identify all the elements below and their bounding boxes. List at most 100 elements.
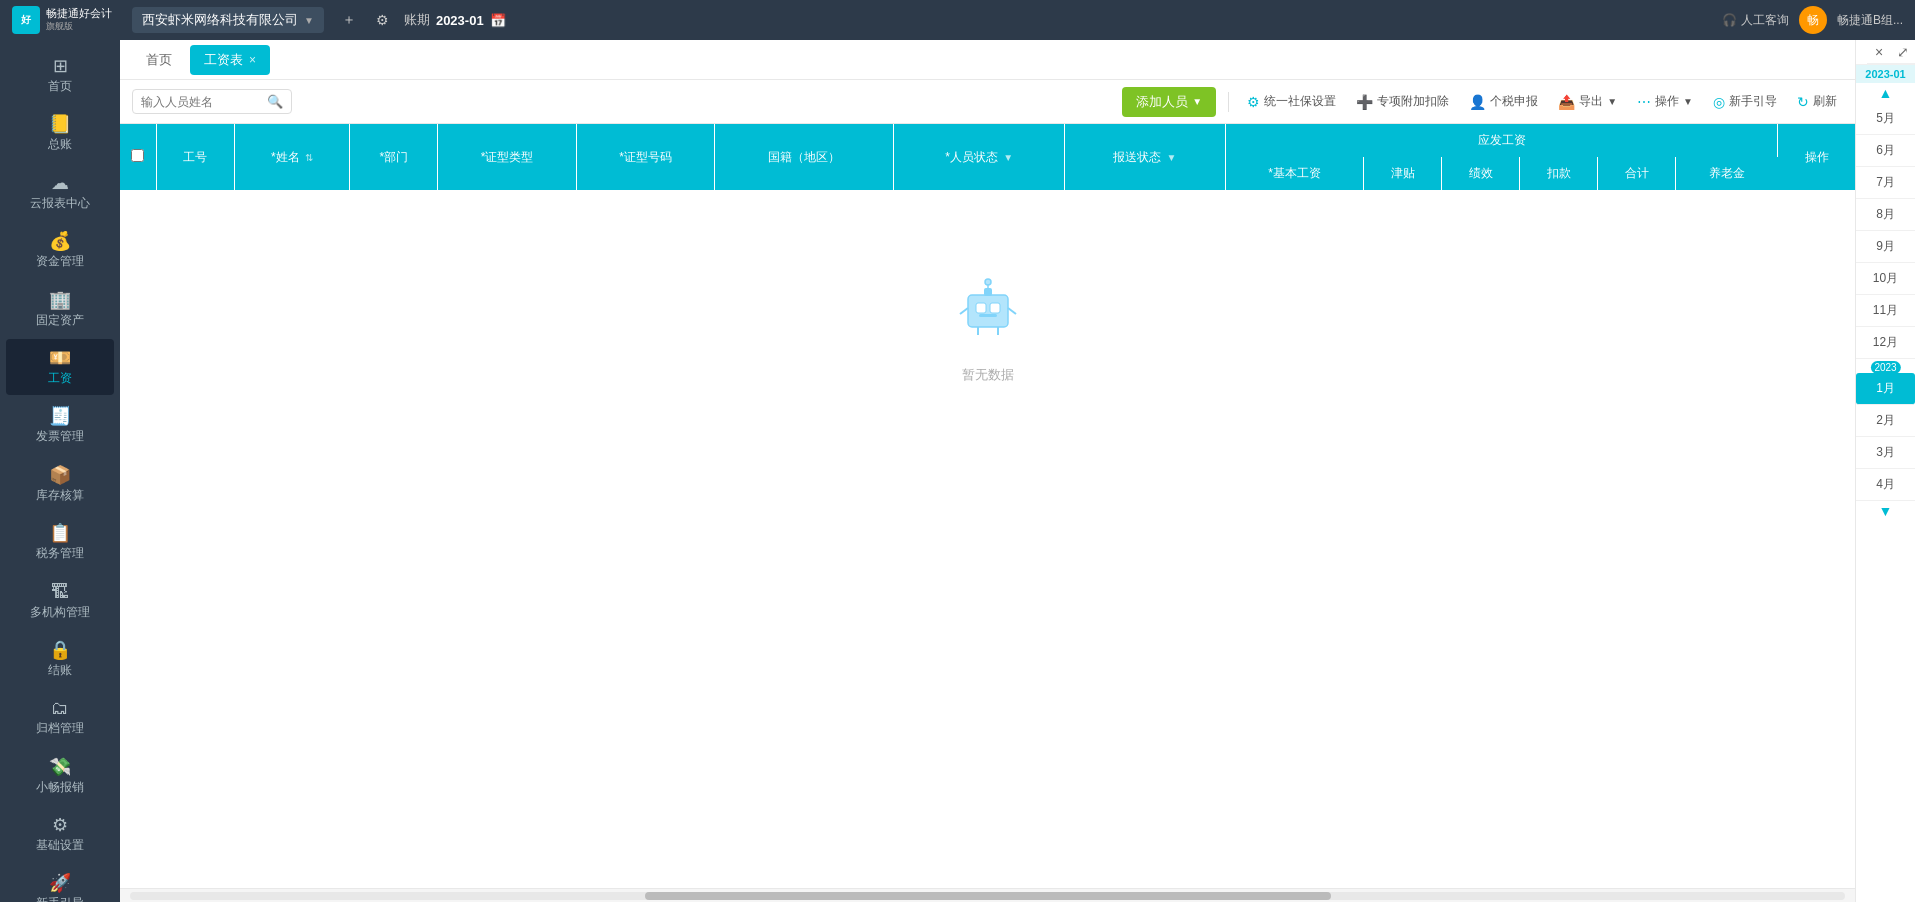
export-label: 导出	[1579, 93, 1603, 110]
table-container: 工号 *姓名 ⇅ *部门 *证型类型 *证型号码	[120, 124, 1855, 888]
tab-bar: 首页 工资表 ×	[120, 40, 1855, 80]
tab-home[interactable]: 首页	[132, 45, 186, 75]
settings-button[interactable]: ⚙	[370, 7, 396, 33]
user-name[interactable]: 畅捷通B组...	[1837, 12, 1903, 29]
home-icon: ⊞	[53, 57, 68, 75]
sidebar-item-tax[interactable]: 📋 税务管理	[6, 514, 114, 570]
name-sort-icon[interactable]: ⇅	[305, 152, 313, 163]
sidebar-item-archive[interactable]: 🗂 归档管理	[6, 689, 114, 745]
th-ops: 操作	[1778, 124, 1855, 190]
sidebar-item-expense[interactable]: 💸 小畅报销	[6, 748, 114, 804]
th-cert-no: *证型号码	[576, 124, 714, 190]
date-month-5[interactable]: 5月	[1856, 103, 1915, 135]
main-layout: ⊞ 首页 📒 总账 ☁ 云报表中心 💰 资金管理 🏢 固定资产 💴 工资 🧾 发…	[0, 40, 1915, 902]
social-settings-button[interactable]: ⚙ 统一社保设置	[1241, 89, 1342, 114]
th-cert-type: *证型类型	[438, 124, 576, 190]
date-month-8[interactable]: 8月	[1856, 199, 1915, 231]
fixed-asset-icon: 🏢	[49, 291, 71, 309]
new-guide-button[interactable]: ◎ 新手引导	[1707, 89, 1783, 114]
date-panel-year-label: 2023-01	[1856, 65, 1915, 83]
sidebar-item-multi-org[interactable]: 🏗 多机构管理	[6, 573, 114, 629]
th-name: *姓名 ⇅	[234, 124, 350, 190]
search-box[interactable]: 🔍	[132, 89, 292, 114]
date-month-11[interactable]: 11月	[1856, 295, 1915, 327]
toolbar: 🔍 添加人员 ▼ ⚙ 统一社保设置 ➕ 专项附加扣除 👤 个税申报 📤	[120, 80, 1855, 124]
new-guide-icon: ◎	[1713, 94, 1725, 110]
refresh-button[interactable]: ↻ 刷新	[1791, 89, 1843, 114]
export-button[interactable]: 📤 导出 ▼	[1552, 89, 1623, 114]
date-month-6[interactable]: 6月	[1856, 135, 1915, 167]
person-status-filter-icon[interactable]: ▼	[1003, 152, 1013, 163]
date-month-12[interactable]: 12月	[1856, 327, 1915, 359]
add-person-button[interactable]: 添加人员 ▼	[1122, 87, 1216, 117]
th-checkbox[interactable]	[120, 124, 156, 190]
sidebar-item-close[interactable]: 🔒 结账	[6, 631, 114, 687]
sidebar-item-ledger[interactable]: 📒 总账	[6, 105, 114, 161]
date-month-4[interactable]: 4月	[1856, 469, 1915, 501]
search-input[interactable]	[141, 95, 261, 109]
avatar[interactable]: 畅	[1799, 6, 1827, 34]
h-scrollbar-track[interactable]	[130, 892, 1845, 900]
sidebar-item-invoice[interactable]: 🧾 发票管理	[6, 397, 114, 453]
refresh-label: 刷新	[1813, 93, 1837, 110]
logo-icon: 好	[12, 6, 40, 34]
add-company-button[interactable]: ＋	[336, 7, 362, 33]
date-month-2[interactable]: 2月	[1856, 405, 1915, 437]
tab-salary[interactable]: 工资表 ×	[190, 45, 270, 75]
sidebar-item-guide[interactable]: 🚀 新手引导	[6, 864, 114, 902]
operations-icon: ⋯	[1637, 94, 1651, 110]
operations-button[interactable]: ⋯ 操作 ▼	[1631, 89, 1699, 114]
table-header-row-1: 工号 *姓名 ⇅ *部门 *证型类型 *证型号码	[120, 124, 1855, 157]
panel-expand-button[interactable]: ⤢	[1891, 40, 1915, 64]
special-deduction-button[interactable]: ➕ 专项附加扣除	[1350, 89, 1455, 114]
date-month-9[interactable]: 9月	[1856, 231, 1915, 263]
search-icon: 🔍	[267, 94, 283, 109]
expense-icon: 💸	[49, 758, 71, 776]
sidebar-item-fixed-asset[interactable]: 🏢 固定资产	[6, 281, 114, 337]
sidebar-item-salary[interactable]: 💴 工资	[6, 339, 114, 395]
period-area: 账期 2023-01 📅	[404, 11, 506, 29]
sidebar-label-ledger: 总账	[48, 137, 72, 151]
company-dropdown-icon: ▼	[304, 15, 314, 26]
th-work-no: 工号	[156, 124, 234, 190]
header-actions: ＋ ⚙	[336, 7, 396, 33]
date-month-7[interactable]: 7月	[1856, 167, 1915, 199]
personal-tax-button[interactable]: 👤 个税申报	[1463, 89, 1544, 114]
sidebar-label-home: 首页	[48, 79, 72, 93]
date-month-1[interactable]: 1月	[1856, 373, 1915, 405]
tab-close-icon[interactable]: ×	[249, 53, 256, 67]
social-settings-label: 统一社保设置	[1264, 93, 1336, 110]
sidebar-label-fixed-asset: 固定资产	[36, 313, 84, 327]
panel-close-button[interactable]: ×	[1867, 40, 1891, 64]
special-deduction-icon: ➕	[1356, 94, 1373, 110]
sidebar-item-home[interactable]: ⊞ 首页	[6, 47, 114, 103]
date-month-10[interactable]: 10月	[1856, 263, 1915, 295]
select-all-checkbox[interactable]	[131, 149, 144, 162]
new-guide-label: 新手引导	[1729, 93, 1777, 110]
date-panel: × ⤢ 2023-01 ▲ 5月 6月 7月 8月 9月 10月 11月 12月…	[1855, 40, 1915, 902]
export-icon: 📤	[1558, 94, 1575, 110]
period-value[interactable]: 2023-01	[436, 13, 484, 28]
sidebar-item-cloud-report[interactable]: ☁ 云报表中心	[6, 164, 114, 220]
guide-icon: 🚀	[49, 874, 71, 892]
sidebar-item-fund[interactable]: 💰 资金管理	[6, 222, 114, 278]
fund-icon: 💰	[49, 232, 71, 250]
archive-icon: 🗂	[51, 699, 69, 717]
date-nav-down[interactable]: ▼	[1856, 501, 1915, 521]
sidebar-item-settings[interactable]: ⚙ 基础设置	[6, 806, 114, 862]
empty-state: 暂无数据	[120, 190, 1855, 464]
calendar-icon[interactable]: 📅	[490, 13, 506, 28]
export-arrow-icon: ▼	[1607, 96, 1617, 107]
date-month-3[interactable]: 3月	[1856, 437, 1915, 469]
date-nav-up[interactable]: ▲	[1856, 83, 1915, 103]
sidebar-item-inventory[interactable]: 📦 库存核算	[6, 456, 114, 512]
th-base-salary: *基本工资	[1225, 157, 1363, 190]
th-total: 合计	[1598, 157, 1676, 190]
h-scrollbar-thumb[interactable]	[645, 892, 1331, 900]
divider-1	[1228, 92, 1229, 112]
th-pension: 养老金	[1676, 157, 1778, 190]
service-label: 人工客询	[1741, 12, 1789, 29]
company-selector[interactable]: 西安虾米网络科技有限公司 ▼	[132, 7, 324, 33]
report-status-filter-icon[interactable]: ▼	[1167, 152, 1177, 163]
customer-service-button[interactable]: 🎧 人工客询	[1722, 12, 1789, 29]
